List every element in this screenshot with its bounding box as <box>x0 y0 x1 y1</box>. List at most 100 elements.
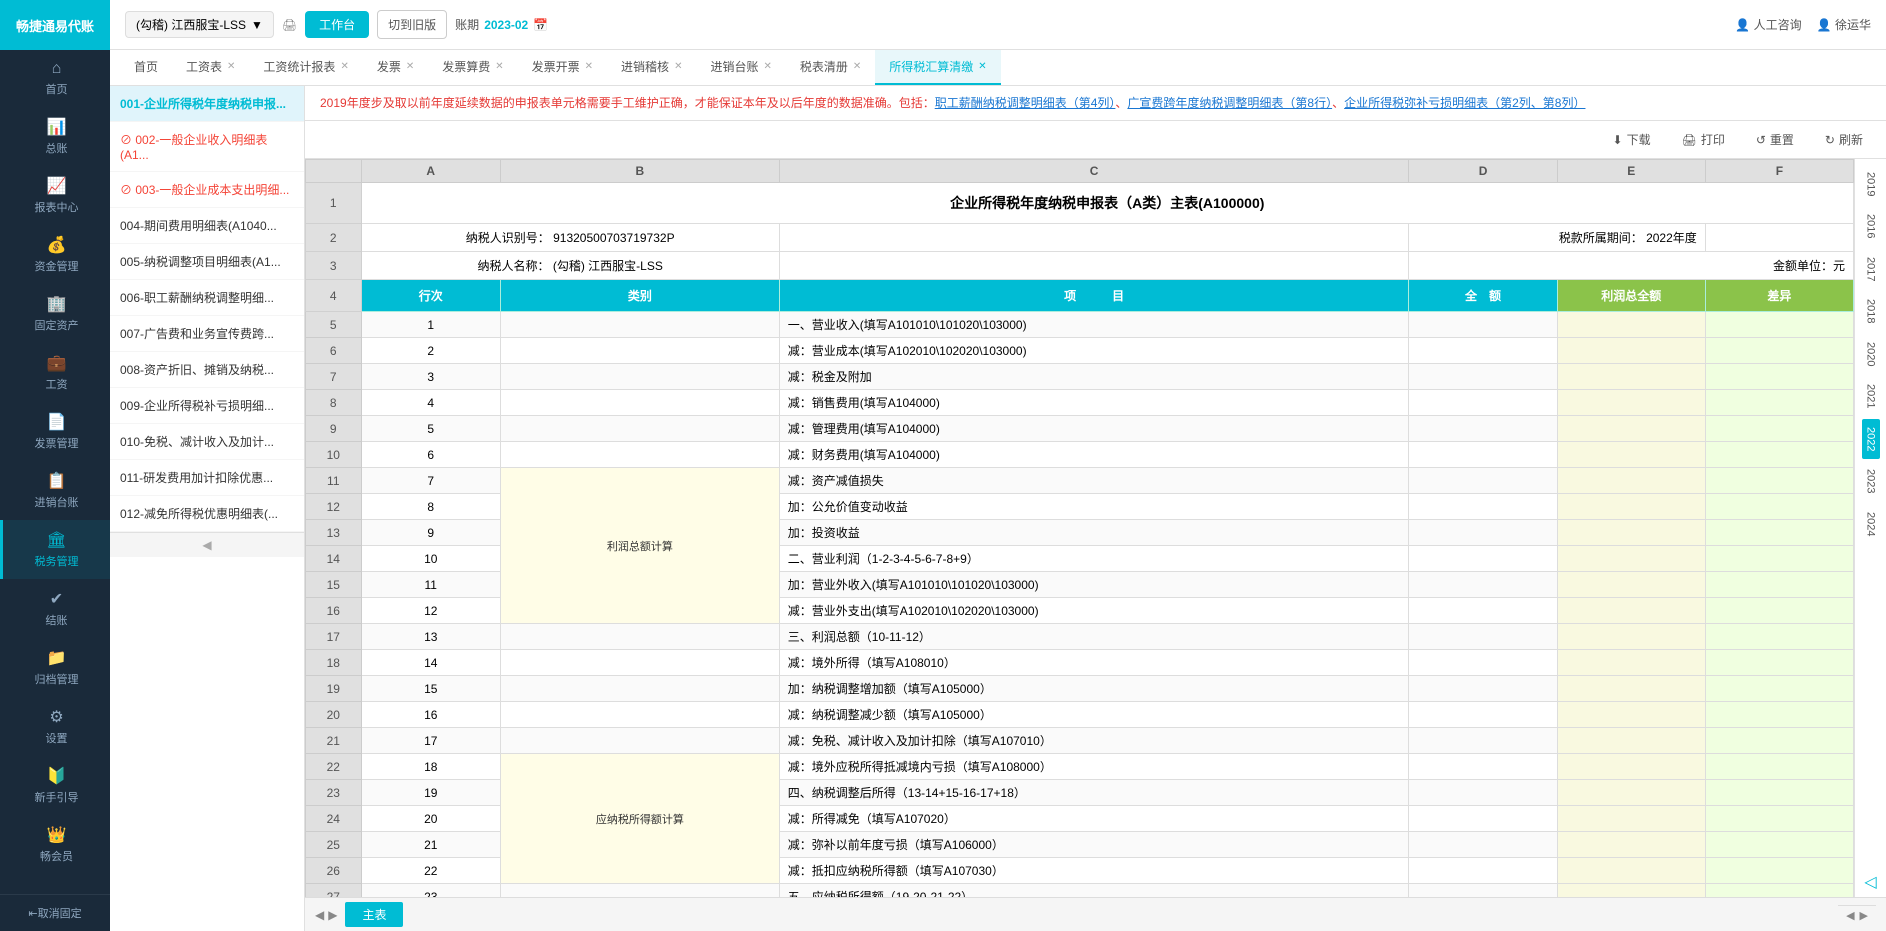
table-row: 18 14 减：境外所得（填写A108010） <box>306 650 1854 676</box>
warning-link-3[interactable]: 企业所得税弥补亏损明细表（第2列、第8列） <box>1344 96 1585 110</box>
list-item-009[interactable]: 009-企业所得税补亏损明细... <box>110 388 304 424</box>
sheet-tab-main[interactable]: 主表 <box>345 902 403 927</box>
list-item-005[interactable]: 005-纳税调整项目明细表(A1... <box>110 244 304 280</box>
tab-tax-table[interactable]: 税表清册 ✕ <box>786 50 875 85</box>
list-item-010[interactable]: 010-免税、减计收入及加计... <box>110 424 304 460</box>
col-a-header: A <box>361 160 500 183</box>
tab-invoice-open[interactable]: 发票开票 ✕ <box>518 50 607 85</box>
year-item-2016[interactable]: 2016 <box>1862 206 1880 246</box>
tab-close-icon[interactable]: ✕ <box>406 61 414 72</box>
ai-assistant[interactable]: 👤 人工咨询 <box>1735 16 1801 33</box>
sidebar-item-settle[interactable]: ✔ 结账 <box>0 579 110 638</box>
sidebar-item-invoice[interactable]: 📄 发票管理 <box>0 402 110 461</box>
download-button[interactable]: ⬇ 下载 <box>1605 127 1659 152</box>
reset-button[interactable]: ↺ 重置 <box>1748 127 1802 152</box>
sidebar-item-guide[interactable]: 🔰 新手引导 <box>0 756 110 815</box>
list-item-011[interactable]: 011-研发费用加计扣除优惠... <box>110 460 304 496</box>
year-item-2017[interactable]: 2017 <box>1862 249 1880 289</box>
table-row: 20 16 减：纳税调整减少额（填写A105000） <box>306 702 1854 728</box>
list-item-006[interactable]: 006-职工薪酬纳税调整明细... <box>110 280 304 316</box>
salary-icon: 💼 <box>47 353 67 373</box>
tab-salary-report[interactable]: 工资统计报表 ✕ <box>249 50 362 85</box>
tab-invsales-ledger[interactable]: 进销台账 ✕ <box>696 50 785 85</box>
sidebar-item-home[interactable]: ⌂ 首页 <box>0 50 110 107</box>
tab-invoice-fee[interactable]: 发票算费 ✕ <box>428 50 517 85</box>
collapse-panel-btn[interactable]: ◀ <box>110 532 304 557</box>
sidebar-item-assets[interactable]: 🏢 固定资产 <box>0 284 110 343</box>
refresh-button[interactable]: ↻ 刷新 <box>1817 127 1871 152</box>
next-sheet-icon[interactable]: ▶ <box>328 908 337 922</box>
col-header-amount: 全 额 <box>1409 280 1557 312</box>
warning-link-1[interactable]: 职工薪酬纳税调整明细表（第4列） <box>935 96 1116 110</box>
list-item-008[interactable]: 008-资产折旧、摊销及纳税... <box>110 352 304 388</box>
main-table: A B C D E F 1 企业所得税年度纳税申报表（A类）主表(A100000… <box>305 159 1854 897</box>
sidebar-item-member[interactable]: 👑 畅会员 <box>0 815 110 874</box>
year-item-2023[interactable]: 2023 <box>1862 461 1880 501</box>
list-item-007[interactable]: 007-广告费和业务宣传费跨... <box>110 316 304 352</box>
tab-close-icon[interactable]: ✕ <box>763 61 771 72</box>
tab-label: 所得税汇算清缴 <box>889 58 973 75</box>
company-selector[interactable]: (勾稽) 江西服宝-LSS ▼ <box>125 11 274 38</box>
table-row: 21 17 减：免税、减计收入及加计扣除（填写A107010） <box>306 728 1854 754</box>
warning-link-2[interactable]: 广宣费跨年度纳税调整明细表（第8行） <box>1127 96 1332 110</box>
warning-bar: 2019年度步及取以前年度延续数据的申报表单元格需要手工维护正确，才能保证本年及… <box>305 86 1886 121</box>
tab-close-icon[interactable]: ✕ <box>340 61 348 72</box>
table-row: 27 23 五、应纳税所得额（19-20-21-22） <box>306 884 1854 898</box>
list-item-004[interactable]: 004-期间费用明细表(A1040... <box>110 208 304 244</box>
info-row-2: 3 纳税人名称： (勾稽) 江西服宝-LSS 金额单位：元 <box>306 252 1854 280</box>
tab-income-tax[interactable]: 所得税汇算清缴 ✕ <box>875 50 1000 85</box>
year-item-2018[interactable]: 2018 <box>1862 291 1880 331</box>
tab-close-icon[interactable]: ✕ <box>495 61 503 72</box>
sidebar-item-tax[interactable]: 🏛 税务管理 <box>0 520 110 579</box>
sidebar-item-salary[interactable]: 💼 工资 <box>0 343 110 402</box>
tab-salary[interactable]: 工资表 ✕ <box>172 50 249 85</box>
sidebar-footer[interactable]: ⇤ 取消固定 <box>0 894 110 931</box>
expand-year-icon[interactable]: ◁ <box>1859 867 1881 897</box>
tab-label: 首页 <box>134 58 158 75</box>
print-icon[interactable]: 🖨 <box>282 18 297 32</box>
list-item-003[interactable]: ⊘ 003-一般企业成本支出明细... <box>110 172 304 208</box>
sidebar-item-label: 结账 <box>46 612 68 628</box>
print-button[interactable]: 🖨 打印 <box>1674 127 1733 152</box>
sidebar-item-settings[interactable]: ⚙ 设置 <box>0 697 110 756</box>
year-item-2024[interactable]: 2024 <box>1862 504 1880 544</box>
sheet-nav: ◀ ▶ <box>315 908 337 922</box>
tab-close-icon[interactable]: ✕ <box>227 61 235 72</box>
calendar-icon[interactable]: 📅 <box>533 18 548 32</box>
prev-sheet-icon[interactable]: ◀ <box>315 908 324 922</box>
col-header-diff: 差异 <box>1705 280 1853 312</box>
oldver-button[interactable]: 切到旧版 <box>377 10 447 39</box>
sidebar-item-archive[interactable]: 📁 归档管理 <box>0 638 110 697</box>
sidebar-item-capital[interactable]: 💰 资金管理 <box>0 225 110 284</box>
ledger-icon: 📊 <box>47 117 67 137</box>
sidebar-item-report[interactable]: 📈 报表中心 <box>0 166 110 225</box>
sheet-tabs: ◀ ▶ 主表 ◀ ▶ <box>305 897 1886 931</box>
scroll-left-icon[interactable]: ◀ <box>1846 909 1854 922</box>
scroll-right-icon[interactable]: ▶ <box>1860 909 1868 922</box>
year-item-2020[interactable]: 2020 <box>1862 334 1880 374</box>
year-item-2019[interactable]: 2019 <box>1862 164 1880 204</box>
sidebar-item-ledger[interactable]: 📊 总账 <box>0 107 110 166</box>
tab-invsales[interactable]: 进销稽核 ✕ <box>607 50 696 85</box>
year-item-2021[interactable]: 2021 <box>1862 376 1880 416</box>
table-row: 10 6 减：财务费用(填写A104000) <box>306 442 1854 468</box>
company-name: (勾稽) 江西服宝-LSS <box>136 16 246 33</box>
tab-close-icon[interactable]: ✕ <box>585 61 593 72</box>
list-item-002[interactable]: ⊘ 002-一般企业收入明细表(A1... <box>110 122 304 172</box>
sidebar-item-sales[interactable]: 📋 进销台账 <box>0 461 110 520</box>
tab-close-icon[interactable]: ✕ <box>674 61 682 72</box>
corner-cell <box>306 160 362 183</box>
tab-close-icon[interactable]: ✕ <box>853 61 861 72</box>
tab-label: 进销台账 <box>710 58 758 75</box>
table-row: 9 5 减：管理费用(填写A104000) <box>306 416 1854 442</box>
tab-close-icon[interactable]: ✕ <box>978 61 986 72</box>
user-name[interactable]: 👤 徐运华 <box>1817 16 1871 33</box>
list-item-012[interactable]: 012-减免所得税优惠明细表(... <box>110 496 304 532</box>
year-item-2022[interactable]: 2022 <box>1862 419 1880 459</box>
list-item-001[interactable]: 001-企业所得税年度纳税申报... <box>110 86 304 122</box>
col-e-header: E <box>1557 160 1705 183</box>
tab-invoice[interactable]: 发票 ✕ <box>363 50 428 85</box>
col-header-item: 项 目 <box>779 280 1409 312</box>
tab-home[interactable]: 首页 <box>120 50 172 85</box>
workbench-button[interactable]: 工作台 <box>305 11 369 38</box>
